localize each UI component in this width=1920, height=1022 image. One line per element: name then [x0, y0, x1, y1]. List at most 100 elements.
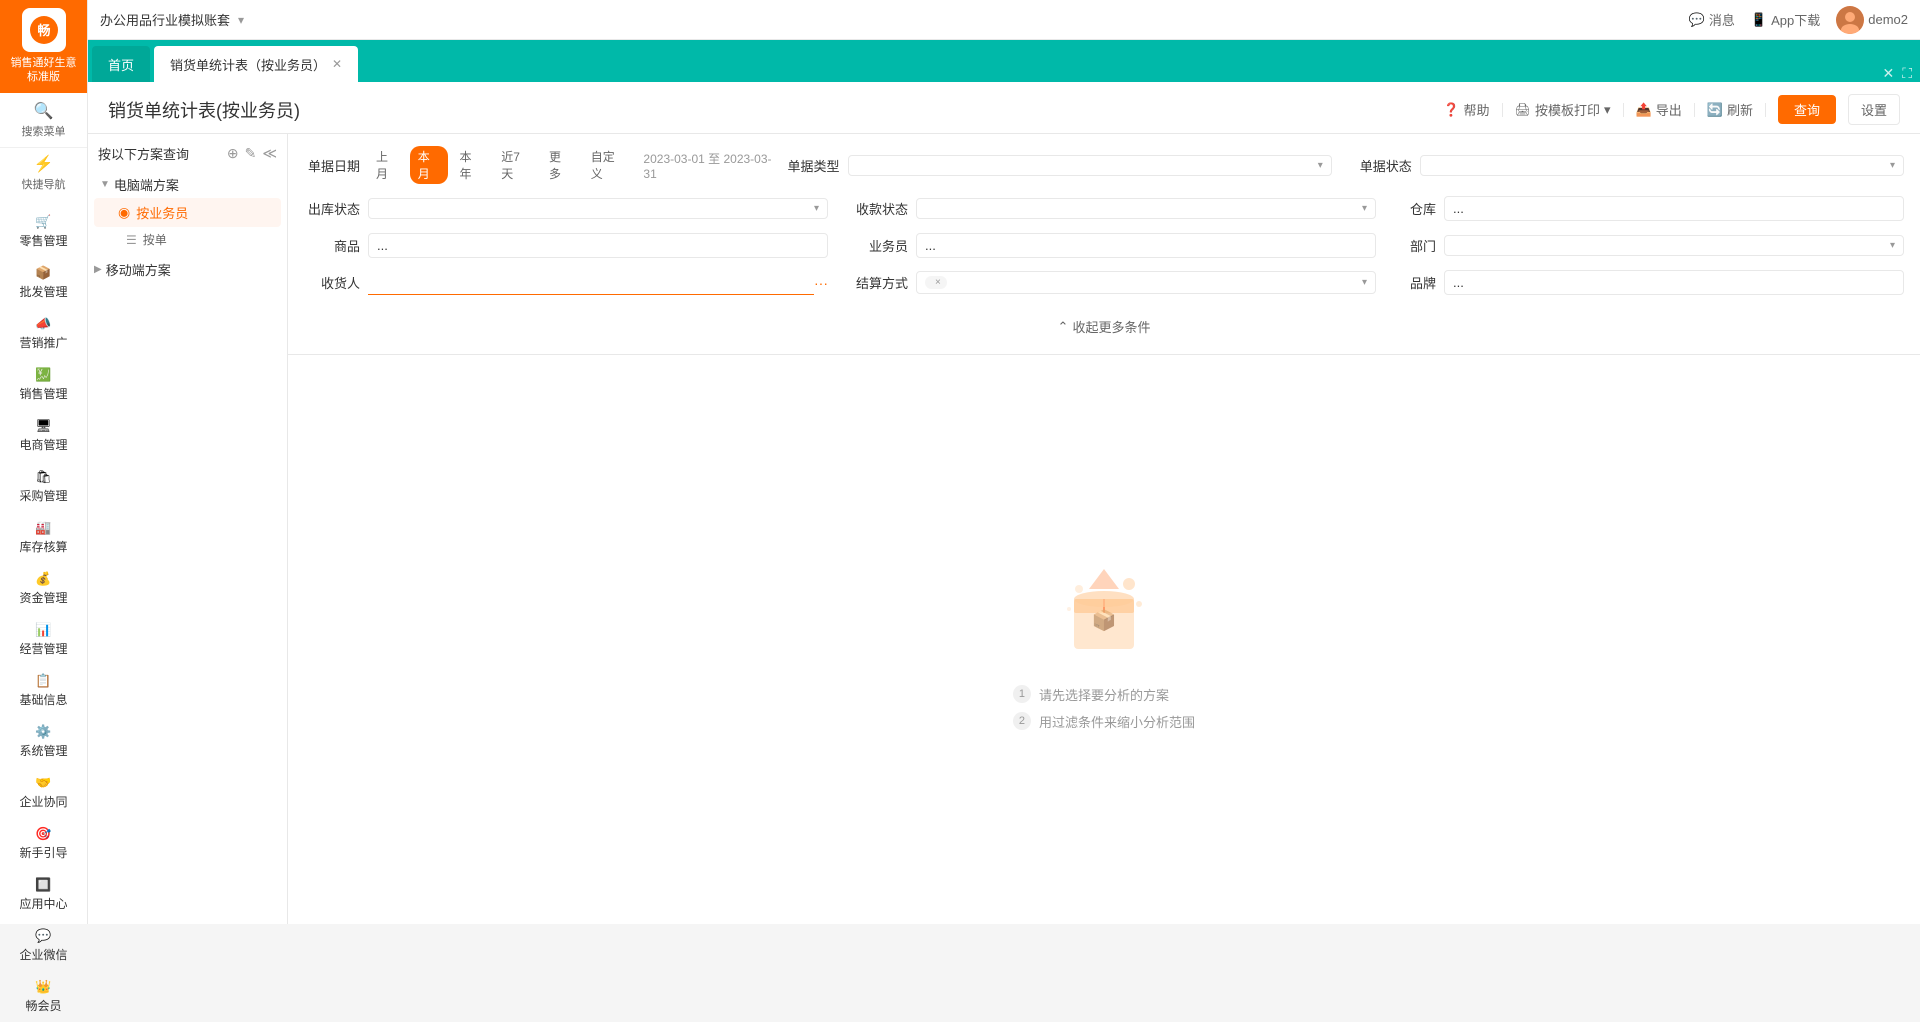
filter-row-4: 收货人 ··· 结算方式 × ▾	[304, 270, 1904, 295]
warehouse-label: 仓库	[1396, 199, 1436, 218]
sidebar-item-wechat[interactable]: 💬 企业微信	[0, 920, 87, 971]
date-tab-7days[interactable]: 近7天	[493, 146, 537, 184]
doc-type-select[interactable]: ▾	[848, 155, 1332, 176]
search-menu-item[interactable]: 🔍 搜索菜单	[0, 93, 87, 148]
refresh-button[interactable]: 🔄 刷新	[1707, 100, 1753, 119]
sidebar-item-inventory[interactable]: 🏭 库存核算	[0, 512, 87, 563]
scheme-group-mobile-header[interactable]: ▶ 移动端方案	[88, 256, 287, 283]
tab-sales-stats[interactable]: 销货单统计表（按业务员） ✕	[154, 46, 358, 82]
out-status-select[interactable]: ▾	[368, 198, 828, 219]
logo-icon: 畅	[22, 8, 66, 52]
content-area: 销货单统计表(按业务员) ❓ 帮助 🖨 按模板打印 ▾ 📤 导出	[88, 82, 1920, 924]
sidebar-item-business[interactable]: 📊 经营管理	[0, 614, 87, 665]
sidebar-item-marketing[interactable]: 📣 营销推广	[0, 308, 87, 359]
main-area: 办公用品行业模拟账套 ▾ 💬 消息 📱 App下载 demo2 首页	[88, 0, 1920, 924]
scheme-panel-title: 按以下方案查询	[98, 144, 189, 163]
brand-label: 品牌	[1396, 273, 1436, 292]
divider4	[1765, 103, 1766, 117]
salesman-control: ...	[916, 233, 1376, 258]
empty-tip-2: 2 用过滤条件来缩小分析范围	[1013, 712, 1195, 731]
sidebar-item-enterprise[interactable]: 🤝 企业协同	[0, 767, 87, 818]
tag-close-icon[interactable]: ×	[935, 277, 941, 288]
filter-row-1: 单据日期 上月 本月 本年 近7天 更多 自定义 2023-03-01 至 20…	[304, 146, 1904, 184]
svg-text:畅: 畅	[37, 23, 50, 38]
doc-status-control: ▾	[1420, 155, 1904, 176]
filter-area: 按以下方案查询 ⊕ ✎ ≪ ▼ 电脑端方案 ◉ 按业务员	[88, 134, 1920, 924]
empty-illustration: 📦	[1044, 549, 1164, 669]
tab-maximize-icon[interactable]: ⛶	[1902, 65, 1912, 82]
sidebar-item-app-center[interactable]: 🔲 应用中心	[0, 869, 87, 920]
sidebar-item-purchase[interactable]: 🛍 采购管理	[0, 461, 87, 512]
date-tab-more[interactable]: 更多	[541, 146, 579, 184]
query-button-header[interactable]: 查询	[1778, 95, 1836, 124]
sidebar-item-ecommerce[interactable]: 🖥 电商管理	[0, 410, 87, 461]
scheme-item-by-salesman[interactable]: ◉ 按业务员	[94, 198, 281, 227]
goods-select[interactable]: ...	[368, 233, 828, 258]
salesman-label: 业务员	[848, 236, 908, 255]
add-scheme-icon[interactable]: ⊕	[227, 145, 239, 162]
doc-status-select[interactable]: ▾	[1420, 155, 1904, 176]
date-tab-custom[interactable]: 自定义	[583, 146, 632, 184]
print-template-button[interactable]: 🖨 按模板打印 ▾	[1515, 100, 1611, 119]
page-actions: ❓ 帮助 🖨 按模板打印 ▾ 📤 导出 🔄 刷新	[1443, 94, 1900, 125]
receiver-dots[interactable]: ···	[814, 275, 828, 291]
date-tab-this-month[interactable]: 本月	[410, 146, 448, 184]
date-tab-this-year[interactable]: 本年	[452, 146, 490, 184]
dept-select[interactable]: ▾	[1444, 235, 1904, 256]
settlement-arrow: ▾	[1362, 277, 1367, 288]
scheme-panel-actions: ⊕ ✎ ≪	[227, 145, 277, 162]
receiver-input[interactable]	[368, 271, 814, 295]
receipt-status-select[interactable]: ▾	[916, 198, 1376, 219]
topbar-right: 💬 消息 📱 App下载 demo2	[1689, 6, 1908, 34]
quick-nav-item[interactable]: ⚡ 快捷导航	[0, 148, 87, 198]
sidebar-item-basic[interactable]: 📋 基础信息	[0, 665, 87, 716]
sidebar-item-newbie[interactable]: 🎯 新手引导	[0, 818, 87, 869]
app-download-icon: 📱	[1751, 12, 1767, 28]
sidebar-item-system[interactable]: ⚙️ 系统管理	[0, 716, 87, 767]
scheme-group-pc: ▼ 电脑端方案 ◉ 按业务员 ☰ 按单	[88, 171, 287, 252]
warehouse-control: ...	[1444, 196, 1904, 221]
date-label: 单据日期	[304, 156, 360, 175]
scheme-subitem-by-doc[interactable]: ☰ 按单	[94, 227, 281, 252]
dept-arrow: ▾	[1890, 240, 1895, 251]
collapse-filter-button[interactable]: ⌃ 收起更多条件	[304, 311, 1904, 342]
tab-window-close-icon[interactable]: ✕	[1882, 65, 1894, 82]
setting-button-header[interactable]: 设置	[1848, 94, 1900, 125]
sidebar-logo[interactable]: 畅 销售通好生意 标准版	[0, 0, 87, 93]
tab-close-icon[interactable]: ✕	[332, 58, 342, 70]
edit-scheme-icon[interactable]: ✎	[245, 145, 257, 162]
topbar-dropdown-icon[interactable]: ▾	[238, 13, 244, 27]
sidebar-item-finance[interactable]: 💰 资金管理	[0, 563, 87, 614]
dept-control: ▾	[1444, 235, 1904, 256]
collapse-scheme-icon[interactable]: ≪	[262, 145, 277, 162]
user-avatar[interactable]: demo2	[1836, 6, 1908, 34]
sidebar-item-sales[interactable]: 💹 销售管理	[0, 359, 87, 410]
help-button[interactable]: ❓ 帮助	[1443, 100, 1489, 119]
brand-select[interactable]: ...	[1444, 270, 1904, 295]
tabbar-right: ✕ ⛶	[1882, 65, 1920, 82]
sidebar-item-wholesale[interactable]: 📦 批发管理	[0, 257, 87, 308]
print-icon: 🖨	[1515, 102, 1532, 118]
sidebar-item-member[interactable]: 👑 畅会员	[0, 971, 87, 1022]
salesman-select[interactable]: ...	[916, 233, 1376, 258]
warehouse-select[interactable]: ...	[1444, 196, 1904, 221]
doc-type-label: 单据类型	[780, 156, 840, 175]
sidebar-item-retail[interactable]: 🛒 零售管理	[0, 206, 87, 257]
receipt-status-label: 收款状态	[848, 199, 908, 218]
scheme-group-pc-header[interactable]: ▼ 电脑端方案	[94, 171, 281, 198]
export-button[interactable]: 📤 导出	[1636, 100, 1682, 119]
settlement-select[interactable]: × ▾	[916, 271, 1376, 294]
tip-text-1: 请先选择要分析的方案	[1039, 685, 1169, 704]
settlement-tag[interactable]: ×	[925, 276, 947, 289]
tab-home[interactable]: 首页	[92, 46, 150, 82]
tip-num-2: 2	[1013, 712, 1031, 730]
date-tab-last-month[interactable]: 上月	[368, 146, 406, 184]
inventory-icon: 🏭	[35, 520, 51, 536]
message-button[interactable]: 💬 消息	[1689, 10, 1735, 29]
group-expand-icon: ▼	[100, 179, 110, 190]
quick-nav-label: 快捷导航	[22, 176, 66, 192]
doc-type-control: ▾	[848, 155, 1332, 176]
tab-sales-stats-label: 销货单统计表（按业务员）	[170, 55, 326, 74]
doc-type-arrow: ▾	[1318, 160, 1323, 171]
app-download-button[interactable]: 📱 App下载	[1751, 10, 1820, 29]
